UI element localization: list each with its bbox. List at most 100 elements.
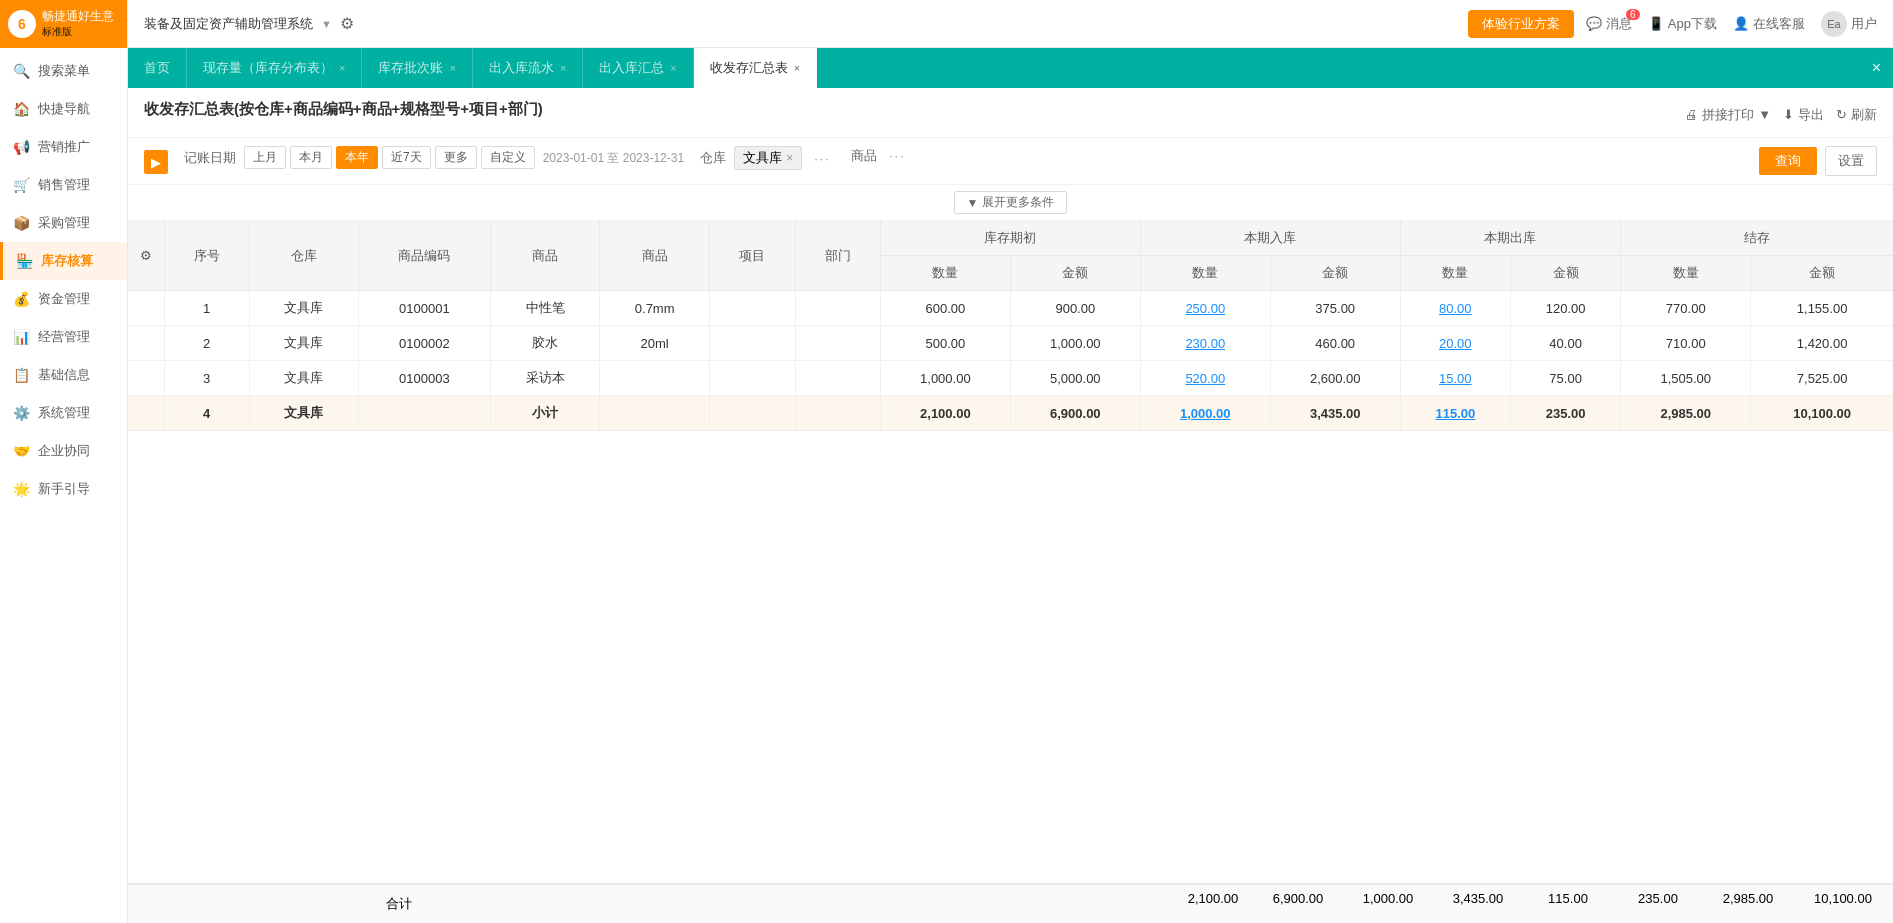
tab-batch-account-close[interactable]: × xyxy=(449,62,455,74)
system-dropdown-icon[interactable]: ▼ xyxy=(321,18,332,30)
sidebar-nav: 🔍 搜索菜单 🏠 快捷导航 📢 营销推广 🛒 销售管理 📦 采购管理 🏪 库存核… xyxy=(0,48,127,923)
sidebar-label-system: 系统管理 xyxy=(38,404,90,422)
tab-flow-close[interactable]: × xyxy=(560,62,566,74)
th-settings[interactable]: ⚙ xyxy=(128,221,164,291)
sidebar-item-guide[interactable]: 🌟 新手引导 xyxy=(0,470,127,508)
td-out-qty[interactable]: 20.00 xyxy=(1400,326,1510,361)
tabbar-close-all[interactable]: × xyxy=(1860,59,1893,77)
td-balance-qty: 770.00 xyxy=(1621,291,1751,326)
online-service-action[interactable]: 👤 在线客服 xyxy=(1733,15,1805,33)
td-goods-code: 0100003 xyxy=(358,361,490,396)
sidebar-item-sales[interactable]: 🛒 销售管理 xyxy=(0,166,127,204)
td-in-qty[interactable]: 520.00 xyxy=(1140,361,1270,396)
print-button[interactable]: 🖨 拼接打印 ▼ xyxy=(1685,106,1771,124)
td-out-qty[interactable]: 80.00 xyxy=(1400,291,1510,326)
download-icon: 📱 xyxy=(1648,16,1664,31)
sidebar-item-system[interactable]: ⚙️ 系统管理 xyxy=(0,394,127,432)
sidebar-item-marketing[interactable]: 📢 营销推广 xyxy=(0,128,127,166)
sidebar-item-inventory[interactable]: 🏪 库存核算 xyxy=(0,242,127,280)
page-inner: 收发存汇总表(按仓库+商品编码+商品+规格型号+项目+部门) 🖨 拼接打印 ▼ … xyxy=(128,88,1893,923)
table-row: 3文具库0100003采访本1,000.005,000.00520.002,60… xyxy=(128,361,1893,396)
tabbar: 首页 现存量（库存分布表） × 库存批次账 × 出入库流水 × 出入库汇总 × … xyxy=(128,48,1893,88)
tab-summary[interactable]: 出入库汇总 × xyxy=(583,48,693,88)
settings-icon[interactable]: ⚙ xyxy=(340,14,354,33)
td-project xyxy=(710,291,795,326)
sidebar-item-basic[interactable]: 📋 基础信息 xyxy=(0,356,127,394)
date-btn-this-month[interactable]: 本月 xyxy=(290,146,332,169)
table-footer: 合计 2,100.00 6,900.00 1,000.00 3,435.00 1… xyxy=(128,883,1893,923)
td-goods-spec: 20ml xyxy=(600,326,710,361)
td-in-amt: 375.00 xyxy=(1270,291,1400,326)
sidebar-item-finance[interactable]: 💰 资金管理 xyxy=(0,280,127,318)
tab-home[interactable]: 首页 xyxy=(128,48,187,88)
tab-flow[interactable]: 出入库流水 × xyxy=(473,48,583,88)
tab-recv-send-close[interactable]: × xyxy=(794,62,800,74)
basic-icon: 📋 xyxy=(12,367,30,383)
tab-recv-send[interactable]: 收发存汇总表 × xyxy=(694,48,817,88)
td-opening-qty: 500.00 xyxy=(880,326,1010,361)
trial-button[interactable]: 体验行业方案 xyxy=(1468,10,1574,38)
search-icon: 🔍 xyxy=(12,63,30,79)
td-opening-amt: 6,900.00 xyxy=(1010,396,1140,431)
filter-date-options: 上月 本月 本年 近7天 更多 自定义 xyxy=(244,146,535,169)
avatar: Ea xyxy=(1821,11,1847,37)
date-btn-custom[interactable]: 自定义 xyxy=(481,146,535,169)
warehouse-ellipsis[interactable]: ··· xyxy=(810,149,835,168)
tab-recv-send-label: 收发存汇总表 xyxy=(710,59,788,77)
goods-ellipsis[interactable]: ··· xyxy=(885,146,910,165)
tab-flow-label: 出入库流水 xyxy=(489,59,554,77)
td-in-qty[interactable]: 250.00 xyxy=(1140,291,1270,326)
sidebar-label-purchase: 采购管理 xyxy=(38,214,90,232)
sidebar-item-business[interactable]: 📊 经营管理 xyxy=(0,318,127,356)
tab-stock-dist[interactable]: 现存量（库存分布表） × xyxy=(187,48,362,88)
td-in-qty[interactable]: 230.00 xyxy=(1140,326,1270,361)
message-action[interactable]: 💬 消息 6 xyxy=(1586,15,1632,33)
settings-button[interactable]: 设置 xyxy=(1825,146,1877,176)
td-in-qty[interactable]: 1,000.00 xyxy=(1140,396,1270,431)
data-table: ⚙ 序号 仓库 商品编码 商品 商品 项目 部门 库存期初 本期入库 本期出库 … xyxy=(128,221,1893,431)
td-balance-amt: 10,100.00 xyxy=(1751,396,1893,431)
guide-icon: 🌟 xyxy=(12,481,30,497)
th-opening-group: 库存期初 xyxy=(880,221,1140,256)
footer-balance-qty: 2,985.00 xyxy=(1703,891,1793,917)
td-out-qty[interactable]: 115.00 xyxy=(1400,396,1510,431)
sidebar-item-enterprise[interactable]: 🤝 企业协同 xyxy=(0,432,127,470)
export-button[interactable]: ⬇ 导出 xyxy=(1783,106,1824,124)
td-department xyxy=(795,361,880,396)
th-balance-group: 结存 xyxy=(1621,221,1893,256)
sidebar-item-search[interactable]: 🔍 搜索菜单 xyxy=(0,52,127,90)
user-action[interactable]: Ea 用户 xyxy=(1821,11,1877,37)
tab-stock-dist-label: 现存量（库存分布表） xyxy=(203,59,333,77)
sidebar-item-purchase[interactable]: 📦 采购管理 xyxy=(0,204,127,242)
sidebar-item-quick[interactable]: 🏠 快捷导航 xyxy=(0,90,127,128)
sidebar-label-enterprise: 企业协同 xyxy=(38,442,90,460)
td-balance-amt: 1,155.00 xyxy=(1751,291,1893,326)
tab-batch-account[interactable]: 库存批次账 × xyxy=(362,48,472,88)
date-btn-this-year[interactable]: 本年 xyxy=(336,146,378,169)
sidebar-label-marketing: 营销推广 xyxy=(38,138,90,156)
date-btn-more[interactable]: 更多 xyxy=(435,146,477,169)
query-button[interactable]: 查询 xyxy=(1759,147,1817,175)
date-btn-prev-month[interactable]: 上月 xyxy=(244,146,286,169)
filter-warehouse-tag[interactable]: 文具库 × xyxy=(734,146,802,170)
td-out-qty[interactable]: 15.00 xyxy=(1400,361,1510,396)
warehouse-tag-close[interactable]: × xyxy=(786,151,793,165)
th-out-qty: 数量 xyxy=(1400,256,1510,291)
date-btn-7days[interactable]: 近7天 xyxy=(382,146,431,169)
td-settings xyxy=(128,326,164,361)
refresh-button[interactable]: ↻ 刷新 xyxy=(1836,106,1877,124)
filter-toggle-btn[interactable]: ▶ xyxy=(144,150,168,174)
sidebar-label-business: 经营管理 xyxy=(38,328,90,346)
message-badge: 6 xyxy=(1626,9,1640,20)
footer-in-amt: 3,435.00 xyxy=(1433,891,1523,917)
expand-conditions-btn[interactable]: ▼ 展开更多条件 xyxy=(954,191,1068,214)
app-download-action[interactable]: 📱 App下载 xyxy=(1648,15,1717,33)
td-opening-amt: 1,000.00 xyxy=(1010,326,1140,361)
td-no: 2 xyxy=(164,326,249,361)
tab-stock-dist-close[interactable]: × xyxy=(339,62,345,74)
th-balance-amt: 金额 xyxy=(1751,256,1893,291)
sidebar-label-basic: 基础信息 xyxy=(38,366,90,384)
inventory-icon: 🏪 xyxy=(15,253,33,269)
tab-summary-close[interactable]: × xyxy=(670,62,676,74)
expand-label: 展开更多条件 xyxy=(982,194,1054,211)
